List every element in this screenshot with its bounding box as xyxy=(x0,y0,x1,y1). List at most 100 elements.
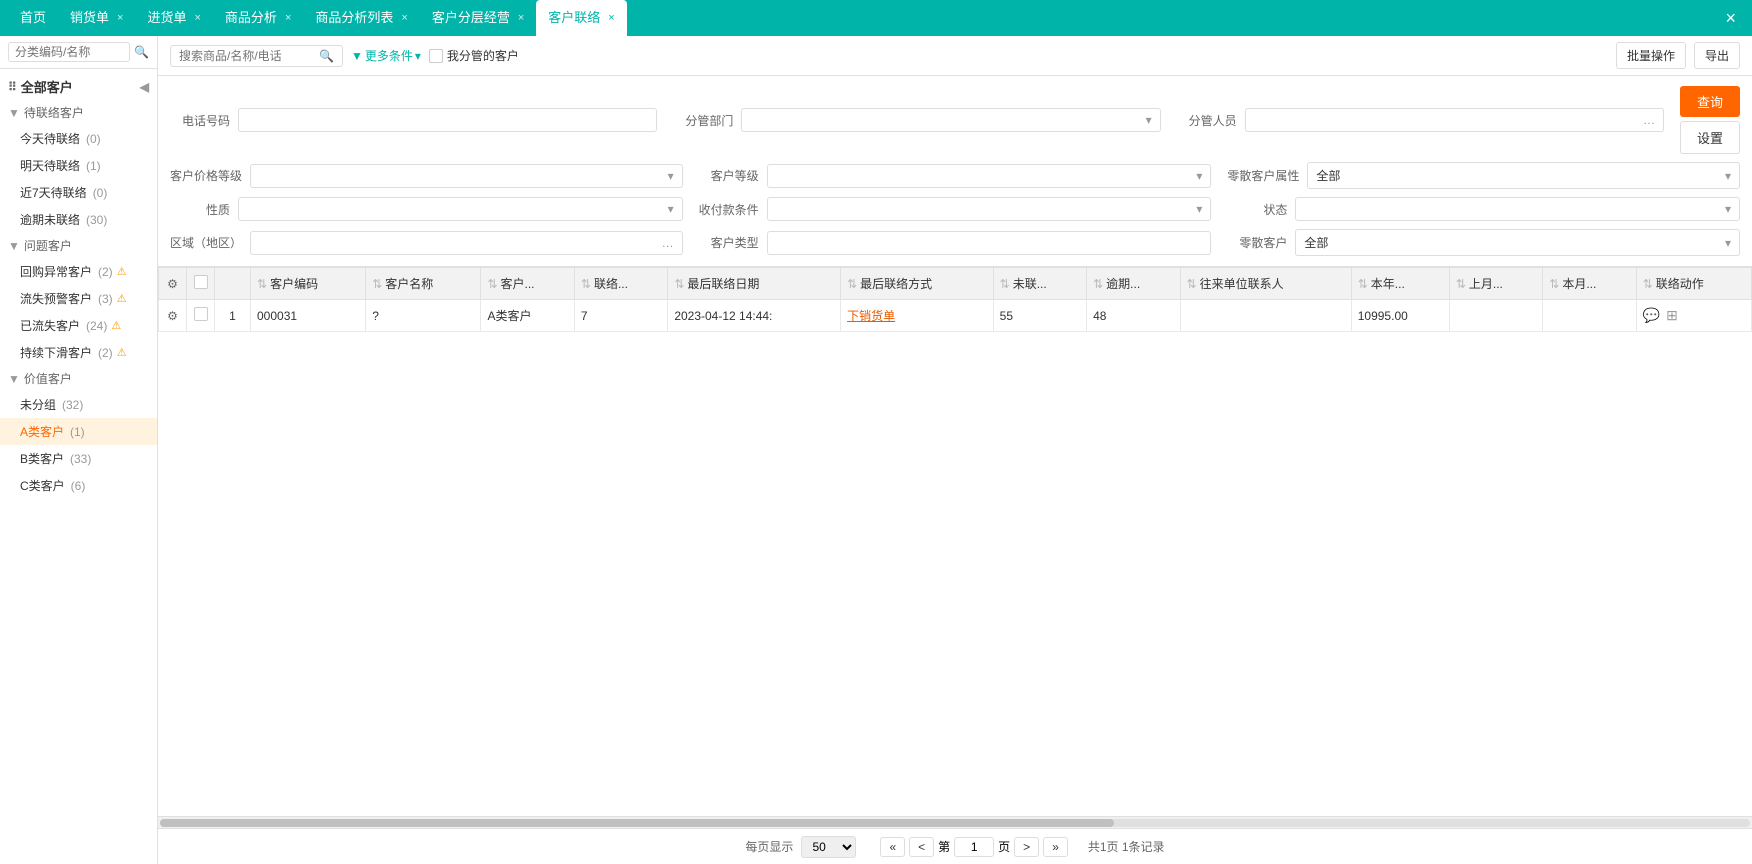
sidebar-item-2-0[interactable]: 未分组(32) xyxy=(0,391,157,418)
nav-item-商品分析列表[interactable]: 商品分析列表× xyxy=(303,0,419,36)
filter-select-1-2[interactable]: 全部▾ xyxy=(1307,162,1740,189)
nav-item-进货单[interactable]: 进货单× xyxy=(135,0,212,36)
sidebar-item-2-1[interactable]: A类客户(1) xyxy=(0,418,157,445)
nav-item-客户分层经营[interactable]: 客户分层经营× xyxy=(420,0,536,36)
warn-icon: ⚠ xyxy=(111,319,121,332)
filter-search-input[interactable] xyxy=(179,49,319,63)
sort-icon[interactable]: ⇅ xyxy=(1549,277,1559,291)
prev-page-button[interactable]: < xyxy=(909,837,934,857)
sort-icon[interactable]: ⇅ xyxy=(257,277,267,291)
filter-select-dots-0-2[interactable]: … xyxy=(1245,108,1664,132)
sidebar-item-1-0[interactable]: 回购异常客户(2)⚠ xyxy=(0,258,157,285)
sidebar-section-title-1[interactable]: ▼问题客户 xyxy=(0,233,157,258)
sort-icon[interactable]: ⇅ xyxy=(1358,277,1368,291)
sidebar-item-1-3[interactable]: 持续下滑客户(2)⚠ xyxy=(0,339,157,366)
last-page-button[interactable]: » xyxy=(1043,837,1068,857)
nav-item-客户联络[interactable]: 客户联络× xyxy=(536,0,626,36)
row-gear-icon[interactable]: ⚙ xyxy=(167,309,178,323)
sidebar-item-1-2[interactable]: 已流失客户(24)⚠ xyxy=(0,312,157,339)
query-button[interactable]: 查询 xyxy=(1680,86,1740,117)
sort-icon[interactable]: ⇅ xyxy=(1187,277,1197,291)
nav-close-icon[interactable]: × xyxy=(518,0,524,36)
row-checkbox[interactable] xyxy=(194,307,208,321)
sort-icon[interactable]: ⇅ xyxy=(847,277,857,291)
gear-icon[interactable]: ⚙ xyxy=(167,277,178,291)
filter-input-3-1[interactable] xyxy=(767,231,1212,255)
sidebar-item-0-0[interactable]: 今天待联络(0) xyxy=(0,125,157,152)
filter-select-3-2[interactable]: 全部▾ xyxy=(1295,229,1740,256)
page-size-select[interactable]: 50 100 200 xyxy=(801,836,856,858)
filter-select-2-2[interactable]: ▾ xyxy=(1295,197,1740,221)
sort-icon[interactable]: ⇅ xyxy=(487,277,497,291)
count-badge: (2) xyxy=(98,265,113,279)
sidebar-section-title-0[interactable]: ▼待联络客户 xyxy=(0,100,157,125)
count-badge: (3) xyxy=(98,292,113,306)
first-page-button[interactable]: « xyxy=(880,837,905,857)
sidebar-item-1-1[interactable]: 流失预警客户(3)⚠ xyxy=(0,285,157,312)
sidebar-item-0-1[interactable]: 明天待联络(1) xyxy=(0,152,157,179)
sort-icon[interactable]: ⇅ xyxy=(372,277,382,291)
filter-input-0-0[interactable] xyxy=(238,108,657,132)
scrollbar-track xyxy=(160,819,1750,827)
filter-field-3-0: 区域（地区）… xyxy=(170,231,683,255)
nav-close-icon[interactable]: × xyxy=(194,0,200,36)
filter-select-0-1[interactable]: ▾ xyxy=(741,108,1160,132)
filter-field-1-1: 客户等级▾ xyxy=(699,164,1212,188)
sidebar-item-0-2[interactable]: 近7天待联络(0) xyxy=(0,179,157,206)
sidebar-item-2-3[interactable]: C类客户(6) xyxy=(0,472,157,499)
filter-label-1-2: 零散客户属性 xyxy=(1227,167,1299,184)
col-header-gear[interactable]: ⚙ xyxy=(159,268,187,300)
header-checkbox[interactable] xyxy=(194,275,208,289)
qr-icon[interactable]: ⊞ xyxy=(1666,307,1678,324)
sidebar-search-icon[interactable]: 🔍 xyxy=(134,45,149,59)
sidebar-item-2-2[interactable]: B类客户(33) xyxy=(0,445,157,472)
my-customers-checkbox[interactable] xyxy=(429,49,443,63)
col-header-check[interactable] xyxy=(187,268,215,300)
next-page-button[interactable]: > xyxy=(1014,837,1039,857)
export-button[interactable]: 导出 xyxy=(1694,42,1740,69)
nav-close-icon[interactable]: × xyxy=(608,0,614,36)
filter-search-icon[interactable]: 🔍 xyxy=(319,49,334,63)
sort-icon[interactable]: ⇅ xyxy=(1456,277,1466,291)
sidebar-section-title-2[interactable]: ▼价值客户 xyxy=(0,366,157,391)
filter-chevron: ▾ xyxy=(415,49,421,63)
last-way-link[interactable]: 下销货单 xyxy=(847,309,895,323)
batch-op-button[interactable]: 批量操作 xyxy=(1616,42,1686,69)
sort-icon[interactable]: ⇅ xyxy=(674,277,684,291)
sort-icon[interactable]: ⇅ xyxy=(1000,277,1010,291)
all-customers-label[interactable]: 全部客户 xyxy=(21,77,73,96)
sidebar-item-0-3[interactable]: 逾期未联络(30) xyxy=(0,206,157,233)
nav-close-icon[interactable]: × xyxy=(285,0,291,36)
horizontal-scrollbar[interactable] xyxy=(158,816,1752,828)
settings-button[interactable]: 设置 xyxy=(1680,121,1740,154)
filter-label-0-0: 电话号码 xyxy=(170,112,230,129)
close-all-button[interactable]: × xyxy=(1717,8,1744,29)
nav-close-icon[interactable]: × xyxy=(401,0,407,36)
filter-select-2-1[interactable]: ▾ xyxy=(767,197,1212,221)
sort-icon[interactable]: ⇅ xyxy=(1093,277,1103,291)
chevron-down-icon: ▾ xyxy=(1725,202,1731,216)
my-customers-filter[interactable]: 我分管的客户 xyxy=(429,47,519,64)
cell-action[interactable]: 💬⊞ xyxy=(1636,300,1751,332)
more-dots-icon[interactable]: … xyxy=(1643,113,1655,127)
filter-more-label: 更多条件 xyxy=(365,47,413,64)
filter-select-dots-3-0[interactable]: … xyxy=(250,231,683,255)
sort-icon[interactable]: ⇅ xyxy=(1643,277,1653,291)
cell-unitContact xyxy=(1180,300,1351,332)
cell-lastWay[interactable]: 下销货单 xyxy=(841,300,994,332)
scrollbar-thumb[interactable] xyxy=(160,819,1114,827)
nav-item-商品分析[interactable]: 商品分析× xyxy=(213,0,303,36)
nav-item-首页[interactable]: 首页 xyxy=(8,0,58,36)
filter-select-1-0[interactable]: ▾ xyxy=(250,164,683,188)
filter-select-2-0[interactable]: ▾ xyxy=(238,197,683,221)
filter-more-button[interactable]: ▼ 更多条件 ▾ xyxy=(351,47,421,64)
page-number-input[interactable] xyxy=(954,837,994,857)
nav-close-icon[interactable]: × xyxy=(117,0,123,36)
sidebar-search-input[interactable] xyxy=(8,42,130,62)
filter-select-1-1[interactable]: ▾ xyxy=(767,164,1212,188)
message-icon[interactable]: 💬 xyxy=(1643,307,1660,324)
nav-item-销货单[interactable]: 销货单× xyxy=(58,0,135,36)
sidebar-collapse-icon[interactable]: ◀ xyxy=(140,80,149,94)
more-dots-icon[interactable]: … xyxy=(662,236,674,250)
sort-icon[interactable]: ⇅ xyxy=(581,277,591,291)
